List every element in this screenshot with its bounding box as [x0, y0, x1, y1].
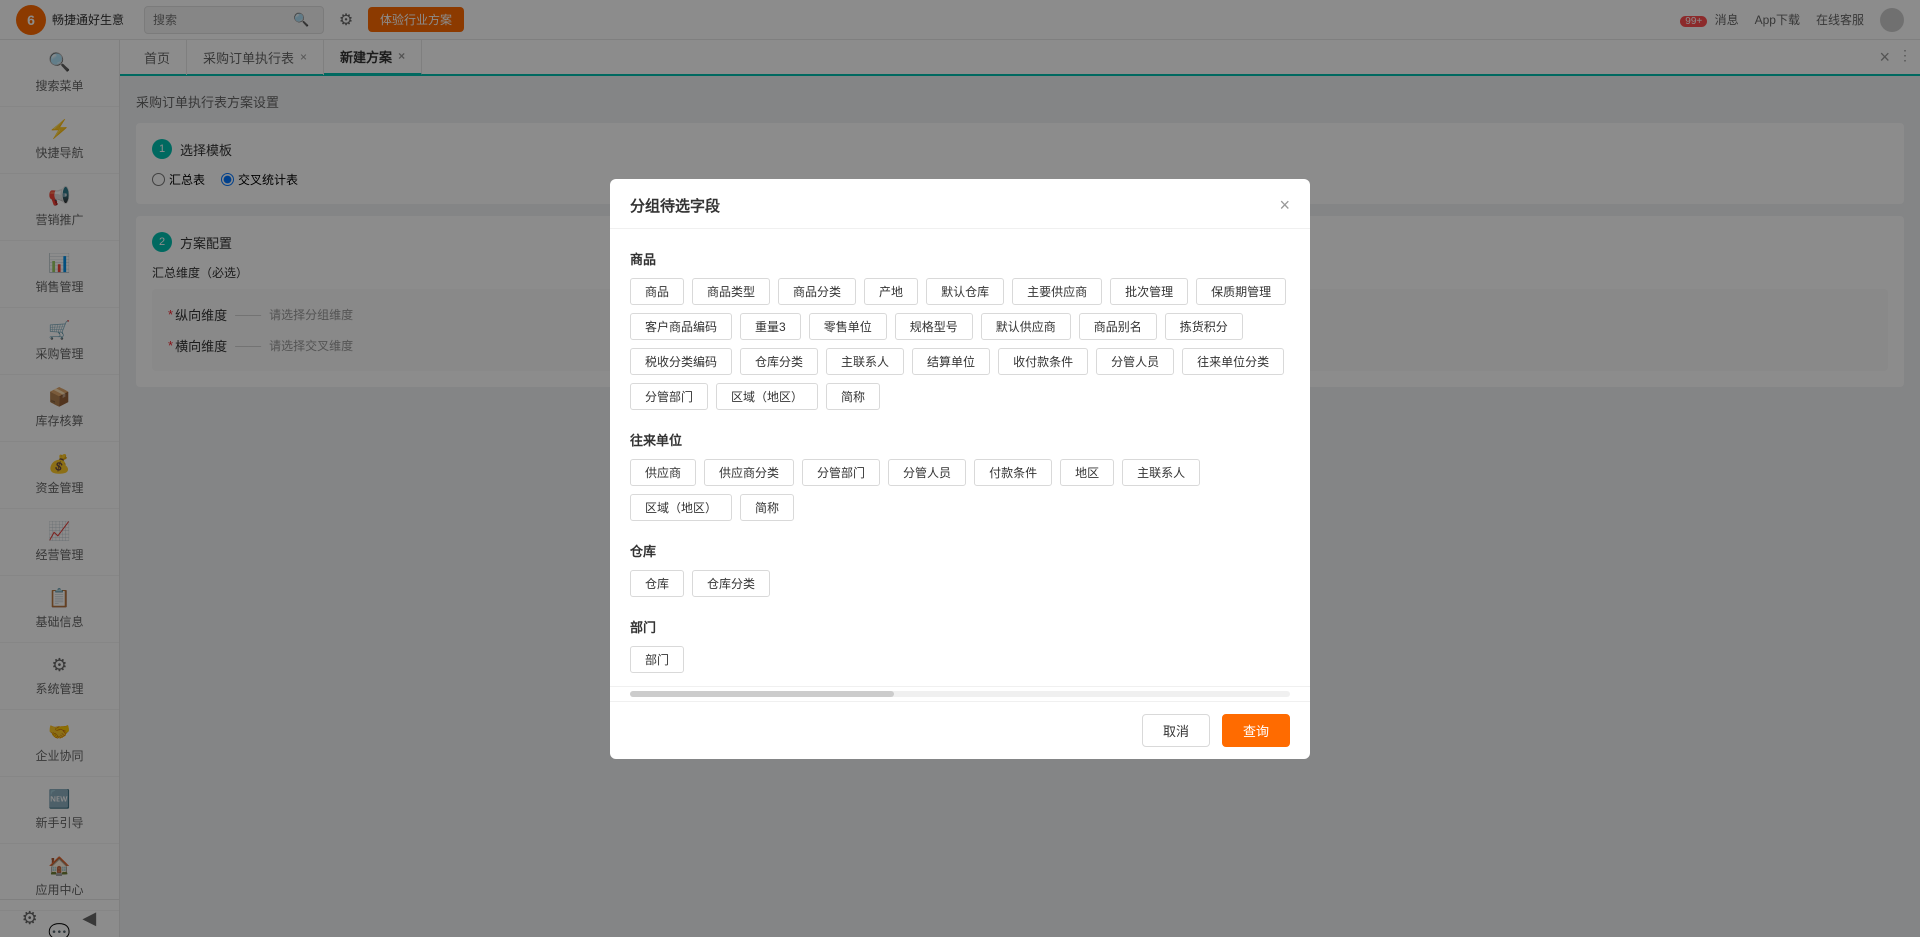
field-tag[interactable]: 产地 — [864, 278, 918, 305]
field-tag[interactable]: 主联系人 — [1122, 459, 1200, 486]
modal-overlay: 分组待选字段 × 商品 商品商品类型商品分类产地默认仓库主要供应商批次管理保质期… — [0, 0, 1920, 937]
confirm-button[interactable]: 查询 — [1222, 714, 1290, 747]
field-tags-goods: 商品商品类型商品分类产地默认仓库主要供应商批次管理保质期管理客户商品编码重量3 零… — [630, 278, 1290, 410]
field-tag[interactable]: 地区 — [1060, 459, 1114, 486]
field-tag[interactable]: 收付款条件 — [998, 348, 1088, 375]
modal-hscroll — [610, 686, 1310, 701]
horizontal-scrollbar[interactable] — [630, 691, 1290, 697]
section-partner: 往来单位 供应商供应商分类分管部门分管人员付款条件地区主联系人区域（地区） 简称 — [630, 430, 1290, 521]
field-tag[interactable]: 零售单位 — [809, 313, 887, 340]
field-tag[interactable]: 商品 — [630, 278, 684, 305]
field-tag[interactable]: 部门 — [630, 646, 684, 673]
field-tag[interactable]: 重量3 — [740, 313, 801, 340]
field-tag[interactable]: 分管人员 — [1096, 348, 1174, 375]
field-tag[interactable]: 仓库分类 — [692, 570, 770, 597]
field-tag[interactable]: 规格型号 — [895, 313, 973, 340]
field-tag[interactable]: 商品别名 — [1079, 313, 1157, 340]
modal-title: 分组待选字段 — [630, 195, 720, 216]
field-tag[interactable]: 仓库分类 — [740, 348, 818, 375]
field-tag[interactable]: 区域（地区） — [716, 383, 818, 410]
field-select-modal: 分组待选字段 × 商品 商品商品类型商品分类产地默认仓库主要供应商批次管理保质期… — [610, 179, 1310, 759]
field-tag[interactable]: 分管部门 — [802, 459, 880, 486]
field-tag[interactable]: 拣货积分 — [1165, 313, 1243, 340]
field-tag[interactable]: 商品类型 — [692, 278, 770, 305]
field-tags-partner: 供应商供应商分类分管部门分管人员付款条件地区主联系人区域（地区） 简称 — [630, 459, 1290, 521]
field-tags-department: 部门 — [630, 646, 1290, 673]
section-title-warehouse: 仓库 — [630, 541, 1290, 560]
field-tag[interactable]: 区域（地区） — [630, 494, 732, 521]
modal-header: 分组待选字段 × — [610, 179, 1310, 229]
field-tag[interactable]: 供应商分类 — [704, 459, 794, 486]
modal-body[interactable]: 商品 商品商品类型商品分类产地默认仓库主要供应商批次管理保质期管理客户商品编码重… — [610, 229, 1310, 686]
field-tag[interactable]: 往来单位分类 — [1182, 348, 1284, 375]
section-title-department: 部门 — [630, 617, 1290, 636]
section-goods: 商品 商品商品类型商品分类产地默认仓库主要供应商批次管理保质期管理客户商品编码重… — [630, 249, 1290, 410]
field-tag[interactable]: 默认供应商 — [981, 313, 1071, 340]
field-tag[interactable]: 结算单位 — [912, 348, 990, 375]
field-tag[interactable]: 主要供应商 — [1012, 278, 1102, 305]
modal-close-button[interactable]: × — [1279, 195, 1290, 216]
cancel-button[interactable]: 取消 — [1142, 714, 1210, 747]
field-tag[interactable]: 分管部门 — [630, 383, 708, 410]
section-title-partner: 往来单位 — [630, 430, 1290, 449]
field-tag[interactable]: 客户商品编码 — [630, 313, 732, 340]
hscroll-thumb — [630, 691, 894, 697]
section-title-goods: 商品 — [630, 249, 1290, 268]
field-tag[interactable]: 供应商 — [630, 459, 696, 486]
section-warehouse: 仓库 仓库仓库分类 — [630, 541, 1290, 597]
field-tag[interactable]: 简称 — [826, 383, 880, 410]
field-tag[interactable]: 简称 — [740, 494, 794, 521]
field-tag[interactable]: 保质期管理 — [1196, 278, 1286, 305]
field-tag[interactable]: 批次管理 — [1110, 278, 1188, 305]
field-tag[interactable]: 付款条件 — [974, 459, 1052, 486]
field-tags-warehouse: 仓库仓库分类 — [630, 570, 1290, 597]
field-tag[interactable]: 分管人员 — [888, 459, 966, 486]
field-tag[interactable]: 税收分类编码 — [630, 348, 732, 375]
field-tag[interactable]: 默认仓库 — [926, 278, 1004, 305]
field-tag[interactable]: 商品分类 — [778, 278, 856, 305]
modal-footer: 取消 查询 — [610, 701, 1310, 759]
field-tag[interactable]: 仓库 — [630, 570, 684, 597]
field-tag[interactable]: 主联系人 — [826, 348, 904, 375]
section-department: 部门 部门 — [630, 617, 1290, 673]
